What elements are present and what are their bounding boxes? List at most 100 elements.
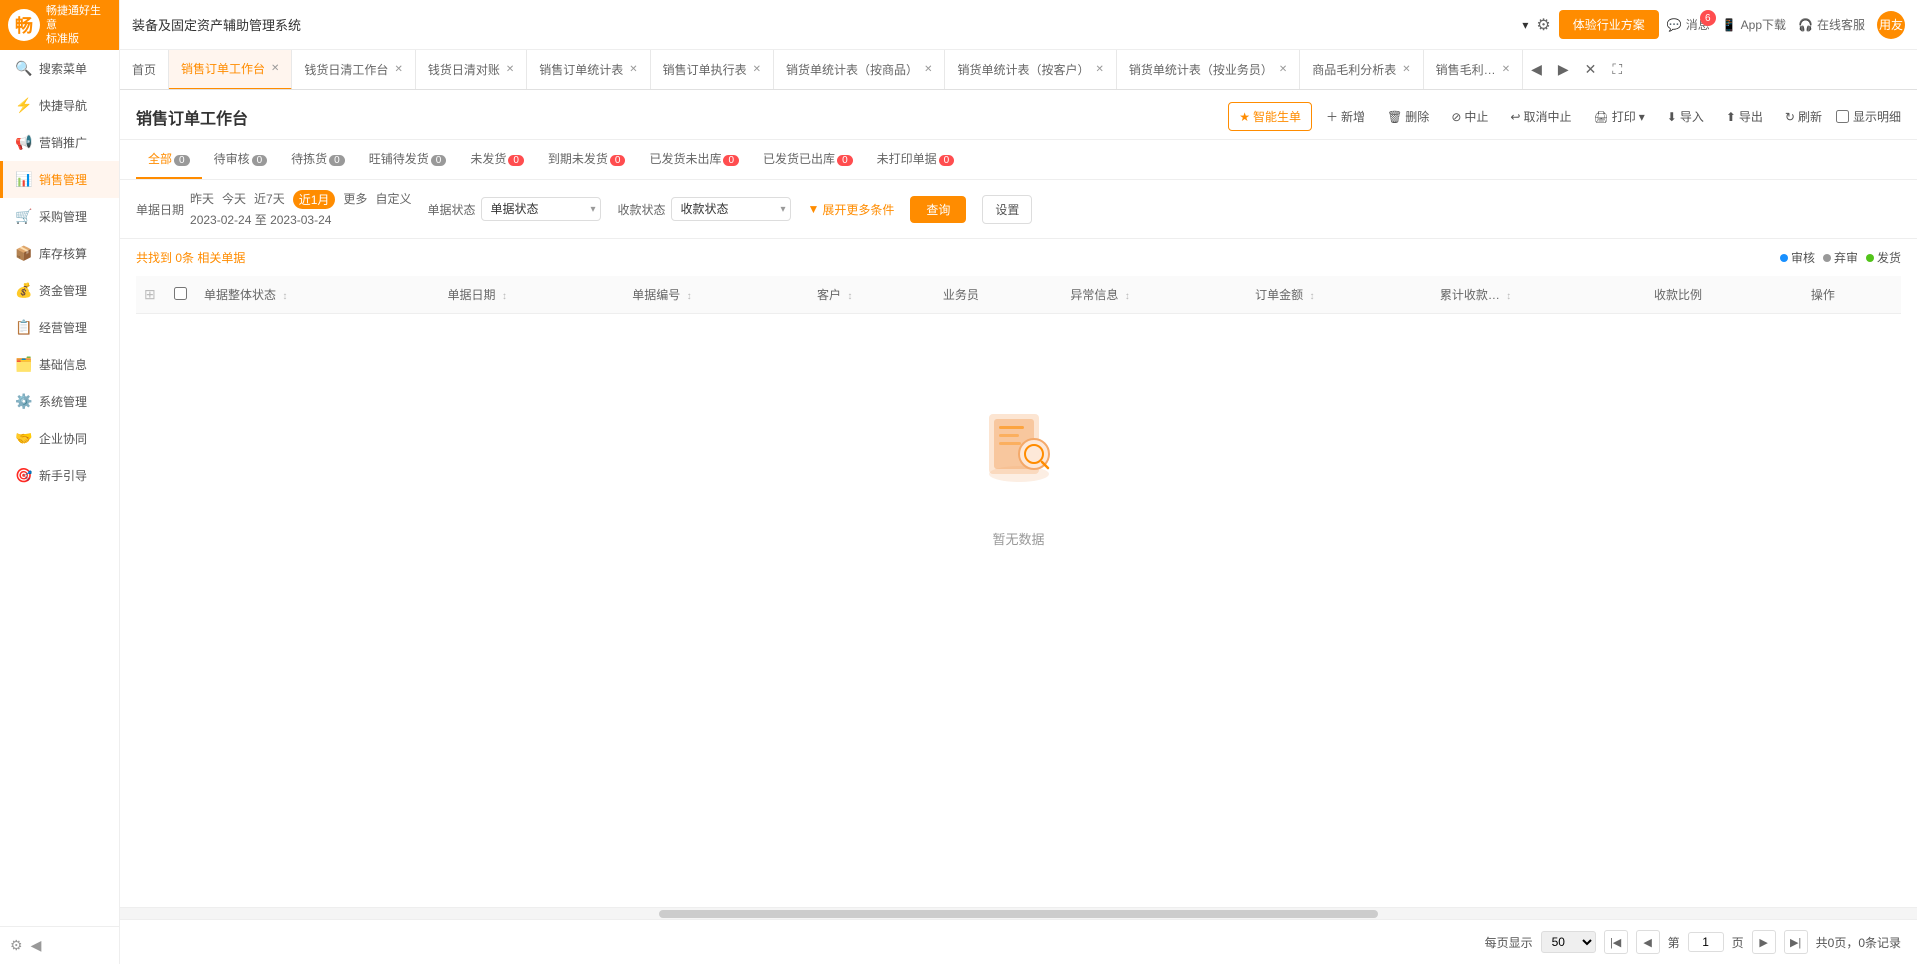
- tab-close-icon[interactable]: ✕: [753, 64, 761, 75]
- tab-close-all-btn[interactable]: ✕: [1577, 50, 1605, 90]
- page-input[interactable]: [1688, 932, 1724, 952]
- sidebar-item-4[interactable]: 🛒采购管理: [0, 198, 119, 235]
- topbar-gear-icon[interactable]: ⚙: [1536, 15, 1550, 35]
- filter-tab-0[interactable]: 全部0: [136, 140, 202, 179]
- dot-icon: [1823, 254, 1831, 262]
- date-link-今天[interactable]: 今天: [222, 190, 246, 209]
- next-page-btn[interactable]: ▶: [1752, 930, 1776, 954]
- tab-2[interactable]: 钱货日清工作台✕: [292, 50, 415, 90]
- filter-tab-4[interactable]: 未发货0: [458, 140, 536, 179]
- payment-select[interactable]: 收款状态: [671, 197, 791, 221]
- filter-tab-1[interactable]: 待审核0: [202, 140, 280, 179]
- tab-8[interactable]: 销货单统计表（按业务员）✕: [1117, 50, 1300, 90]
- stop-btn[interactable]: ⊘ 中止: [1443, 103, 1496, 130]
- user-avatar[interactable]: 用友: [1877, 11, 1905, 39]
- collapse-icon[interactable]: ◀: [31, 937, 42, 954]
- tab-prev-btn[interactable]: ◀: [1523, 50, 1550, 90]
- query-btn[interactable]: 查询: [910, 196, 966, 223]
- print-btn[interactable]: 🖨 打印 ▾: [1585, 103, 1652, 130]
- date-filter: 单据日期 昨天今天近7天近1月更多自定义 2023-02-24 至 2023-0…: [136, 190, 411, 228]
- tab-close-icon[interactable]: ✕: [506, 64, 514, 75]
- expand-btn[interactable]: ▼ 展开更多条件: [807, 201, 894, 218]
- select-all-checkbox[interactable]: [174, 287, 187, 300]
- tab-close-icon[interactable]: ✕: [271, 63, 279, 74]
- sidebar-item-0[interactable]: 🔍搜索菜单: [0, 50, 119, 87]
- th-checkbox[interactable]: [166, 276, 196, 314]
- sidebar-item-9[interactable]: ⚙️系统管理: [0, 383, 119, 420]
- system-dropdown[interactable]: ▾: [1522, 18, 1528, 32]
- tab-0[interactable]: 首页: [120, 50, 169, 90]
- sidebar-item-3[interactable]: 📊销售管理: [0, 161, 119, 198]
- tab-10[interactable]: 销售毛利…✕: [1424, 50, 1523, 90]
- date-link-更多[interactable]: 更多: [343, 190, 367, 209]
- filter-settings-btn[interactable]: 设置: [982, 195, 1032, 224]
- tab-close-icon[interactable]: ✕: [1402, 64, 1410, 75]
- filter-tab-8[interactable]: 未打印单据0: [865, 140, 967, 179]
- date-range: 2023-02-24 至 2023-03-24: [190, 211, 411, 228]
- first-page-btn[interactable]: |◀: [1604, 930, 1628, 954]
- th-salesperson: 业务员: [935, 276, 1063, 314]
- show-detail-label[interactable]: 显示明细: [1836, 108, 1901, 125]
- filter-tab-5[interactable]: 到期未发货0: [536, 140, 638, 179]
- scrollbar-area[interactable]: [120, 907, 1917, 919]
- sidebar-item-8[interactable]: 🗂️基础信息: [0, 346, 119, 383]
- tab-1[interactable]: 销售订单工作台✕: [169, 50, 292, 90]
- add-btn[interactable]: ＋ 新增: [1318, 103, 1373, 130]
- tab-maximize-btn[interactable]: ⛶: [1604, 50, 1630, 90]
- refresh-btn[interactable]: ↻ 刷新: [1777, 103, 1830, 130]
- sidebar-item-2[interactable]: 📢营销推广: [0, 124, 119, 161]
- date-link-近1月[interactable]: 近1月: [293, 190, 336, 209]
- ship-btn[interactable]: 发货: [1866, 249, 1901, 266]
- delete-btn[interactable]: 🗑 删除: [1379, 103, 1437, 130]
- sidebar-item-7[interactable]: 📋经营管理: [0, 309, 119, 346]
- sidebar-item-5[interactable]: 📦库存核算: [0, 235, 119, 272]
- page-title: 销售订单工作台: [136, 105, 248, 129]
- smart-btn[interactable]: ★ 智能生单: [1228, 102, 1312, 131]
- date-link-近7天[interactable]: 近7天: [254, 190, 285, 209]
- filter-tab-3[interactable]: 旺铺待发货0: [357, 140, 459, 179]
- abandon-audit-btn[interactable]: 弃审: [1823, 249, 1858, 266]
- tab-close-icon[interactable]: ✕: [1095, 64, 1103, 75]
- tab-4[interactable]: 销售订单统计表✕: [527, 50, 650, 90]
- settings-icon[interactable]: ⚙: [10, 937, 23, 954]
- tab-close-icon[interactable]: ✕: [394, 64, 402, 75]
- payment-label: 收款状态: [617, 201, 665, 218]
- online-service-btn[interactable]: 🎧 在线客服: [1798, 16, 1865, 33]
- import-btn[interactable]: ⬇ 导入: [1659, 103, 1712, 130]
- tab-3[interactable]: 钱货日清对账✕: [416, 50, 527, 90]
- message-btn[interactable]: 💬 消息 6: [1667, 16, 1710, 33]
- tab-9[interactable]: 商品毛利分析表✕: [1300, 50, 1423, 90]
- date-link-昨天[interactable]: 昨天: [190, 190, 214, 209]
- tabbar: 首页销售订单工作台✕钱货日清工作台✕钱货日清对账✕销售订单统计表✕销售订单执行表…: [120, 50, 1917, 90]
- tab-close-icon[interactable]: ✕: [1502, 64, 1510, 75]
- audit-btn[interactable]: 审核: [1780, 249, 1815, 266]
- show-detail-checkbox[interactable]: [1836, 110, 1849, 123]
- per-page-select[interactable]: 50 10 20 100: [1541, 931, 1596, 953]
- tab-close-icon[interactable]: ✕: [924, 64, 932, 75]
- prev-page-btn[interactable]: ◀: [1636, 930, 1660, 954]
- date-link-自定义[interactable]: 自定义: [375, 190, 411, 209]
- th-status: 单据整体状态 ↕: [196, 276, 440, 314]
- table-quick-actions: 审核 弃审 发货: [1780, 249, 1901, 266]
- tab-next-btn[interactable]: ▶: [1550, 50, 1577, 90]
- industry-btn[interactable]: 体验行业方案: [1559, 10, 1659, 39]
- app-download-btn[interactable]: 📱 App下载: [1722, 16, 1786, 33]
- tab-close-icon[interactable]: ✕: [629, 64, 637, 75]
- filter-tab-6[interactable]: 已发货未出库0: [637, 140, 751, 179]
- tab-6[interactable]: 销货单统计表（按商品）✕: [774, 50, 945, 90]
- tab-5[interactable]: 销售订单执行表✕: [651, 50, 774, 90]
- filter-tab-7[interactable]: 已发货已出库0: [751, 140, 865, 179]
- tab-7[interactable]: 销货单统计表（按客户）✕: [945, 50, 1116, 90]
- last-page-btn[interactable]: ▶|: [1784, 930, 1808, 954]
- sidebar-item-11[interactable]: 🎯新手引导: [0, 457, 119, 494]
- nav-label: 采购管理: [39, 208, 87, 225]
- sidebar-item-1[interactable]: ⚡快捷导航: [0, 87, 119, 124]
- tab-close-icon[interactable]: ✕: [1279, 64, 1287, 75]
- status-select[interactable]: 单据状态: [481, 197, 601, 221]
- sidebar-item-10[interactable]: 🤝企业协同: [0, 420, 119, 457]
- filter-tab-2[interactable]: 待拣货0: [279, 140, 357, 179]
- export-btn[interactable]: ⬆ 导出: [1718, 103, 1771, 130]
- nav-icon: 💰: [15, 282, 33, 299]
- cancel-stop-btn[interactable]: ↩ 取消中止: [1502, 103, 1579, 130]
- sidebar-item-6[interactable]: 💰资金管理: [0, 272, 119, 309]
